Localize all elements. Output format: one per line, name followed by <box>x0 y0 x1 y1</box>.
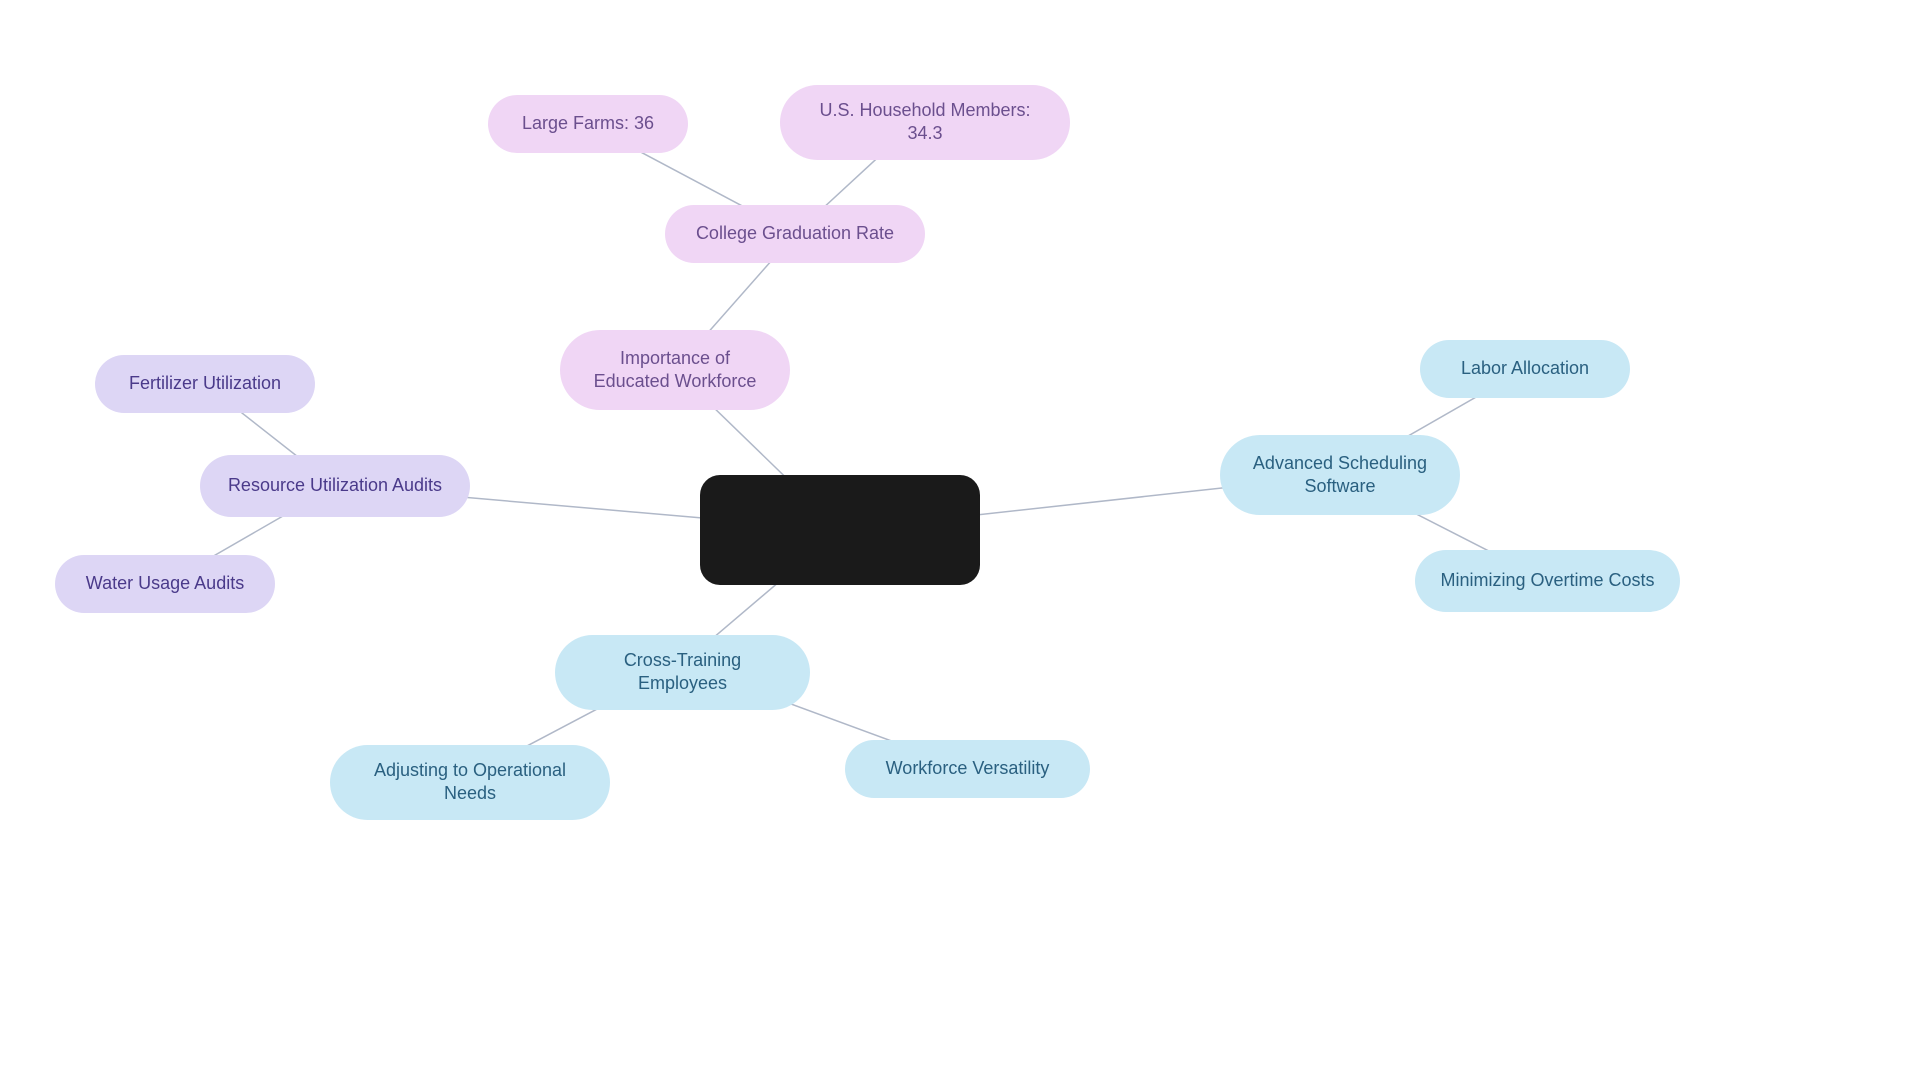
adjusting-operational-label: Adjusting to Operational Needs <box>352 759 588 806</box>
labor-allocation-label: Labor Allocation <box>1461 357 1589 380</box>
cross-training-label: Cross-Training Employees <box>577 649 788 696</box>
workforce-versatility-node[interactable]: Workforce Versatility <box>845 740 1090 798</box>
labor-allocation-node[interactable]: Labor Allocation <box>1420 340 1630 398</box>
college-graduation-node[interactable]: College Graduation Rate <box>665 205 925 263</box>
importance-educated-label: Importance of Educated Workforce <box>582 347 768 394</box>
resource-utilization-node[interactable]: Resource Utilization Audits <box>200 455 470 517</box>
college-graduation-label: College Graduation Rate <box>696 222 894 245</box>
cross-training-node[interactable]: Cross-Training Employees <box>555 635 810 710</box>
water-usage-label: Water Usage Audits <box>86 572 244 595</box>
minimizing-overtime-label: Minimizing Overtime Costs <box>1440 569 1654 592</box>
adjusting-operational-node[interactable]: Adjusting to Operational Needs <box>330 745 610 820</box>
minimizing-overtime-node[interactable]: Minimizing Overtime Costs <box>1415 550 1680 612</box>
mindmap-canvas: Large Farms: 36 U.S. Household Members: 3… <box>0 0 1920 1083</box>
center-node[interactable] <box>700 475 980 585</box>
us-household-node[interactable]: U.S. Household Members: 34.3 <box>780 85 1070 160</box>
importance-educated-node[interactable]: Importance of Educated Workforce <box>560 330 790 410</box>
resource-utilization-label: Resource Utilization Audits <box>228 474 442 497</box>
us-household-label: U.S. Household Members: 34.3 <box>802 99 1048 146</box>
fertilizer-utilization-node[interactable]: Fertilizer Utilization <box>95 355 315 413</box>
large-farms-node[interactable]: Large Farms: 36 <box>488 95 688 153</box>
large-farms-label: Large Farms: 36 <box>522 112 654 135</box>
advanced-scheduling-node[interactable]: Advanced Scheduling Software <box>1220 435 1460 515</box>
water-usage-node[interactable]: Water Usage Audits <box>55 555 275 613</box>
fertilizer-utilization-label: Fertilizer Utilization <box>129 372 281 395</box>
advanced-scheduling-label: Advanced Scheduling Software <box>1242 452 1438 499</box>
workforce-versatility-label: Workforce Versatility <box>886 757 1050 780</box>
